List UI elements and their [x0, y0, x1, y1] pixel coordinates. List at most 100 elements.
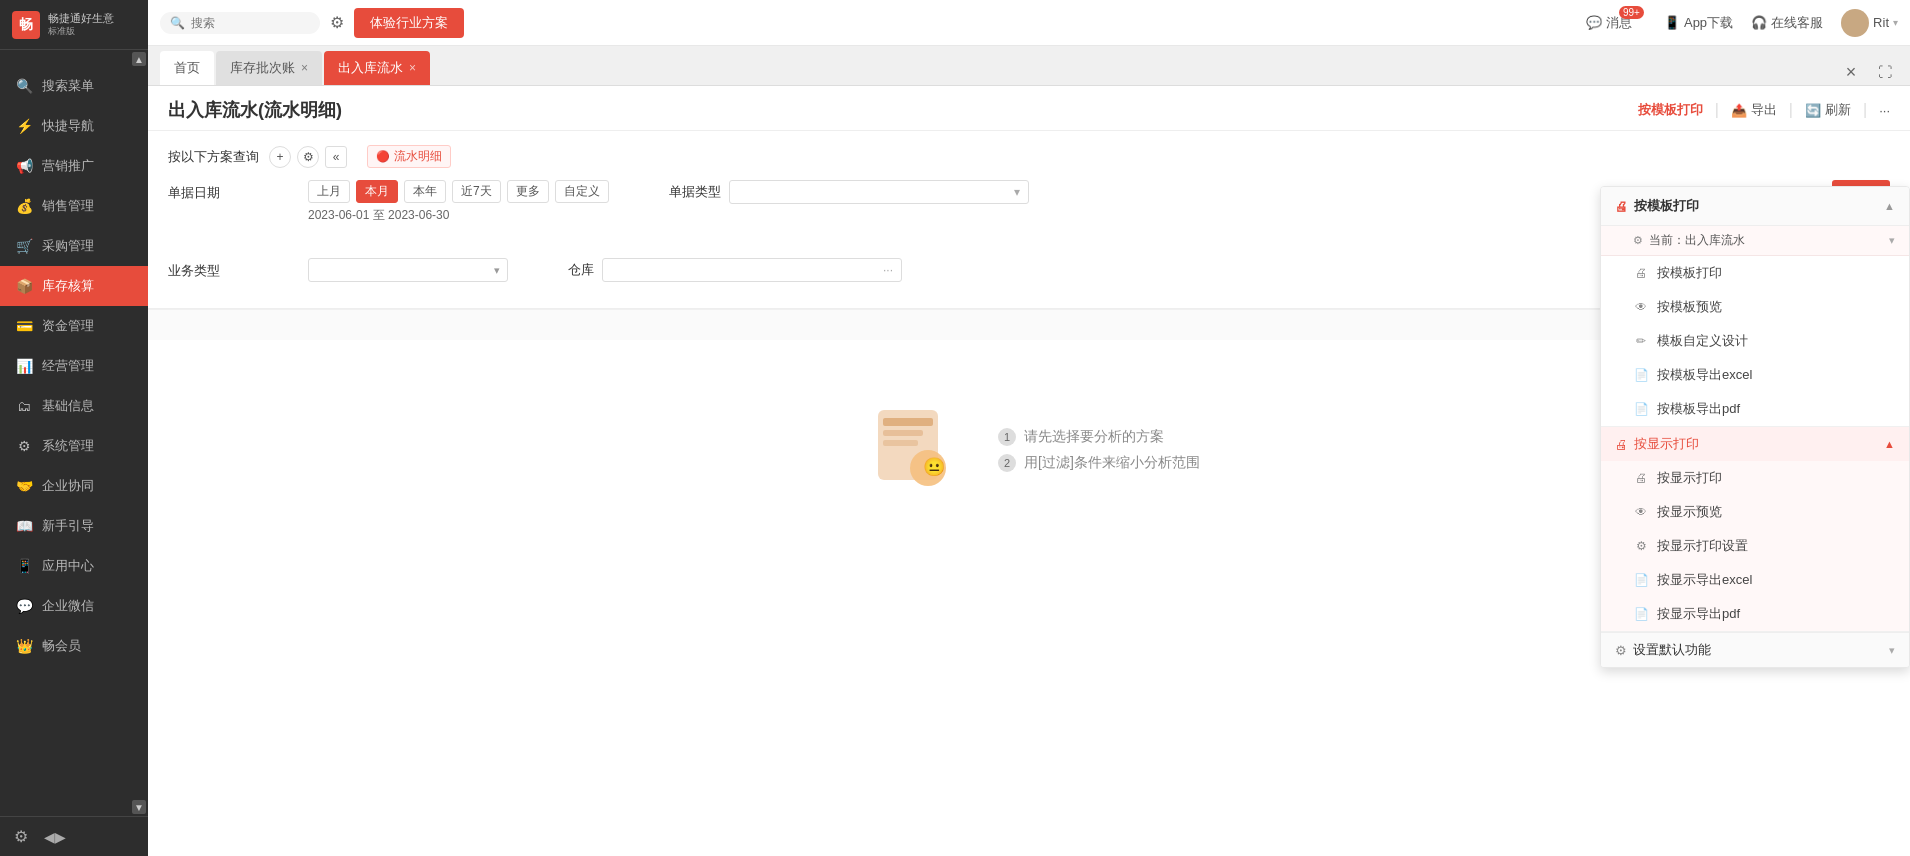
inout-tab-close[interactable]: × — [409, 61, 416, 75]
purchase-nav-label: 采购管理 — [42, 237, 94, 255]
refresh-btn[interactable]: 🔄 刷新 — [1805, 101, 1851, 119]
app-download-item[interactable]: 📱 App下载 — [1664, 14, 1733, 32]
print-settings-display-item[interactable]: ⚙ 按显示打印设置 — [1601, 529, 1909, 563]
print-display-item[interactable]: 🖨 按显示打印 — [1601, 461, 1909, 495]
date-btn-last-month[interactable]: 上月 — [308, 180, 350, 203]
sidebar-item-purchase[interactable]: 🛒采购管理 — [0, 226, 148, 266]
sidebar-item-appcenter[interactable]: 📱应用中心 — [0, 546, 148, 586]
marketing-nav-icon: 📢 — [14, 156, 34, 176]
export-excel-display-icon: 📄 — [1633, 572, 1649, 588]
sidebar-item-marketing[interactable]: 📢营销推广 — [0, 146, 148, 186]
biz-type-select[interactable] — [308, 258, 508, 282]
collapse-icon[interactable]: ◀▶ — [44, 829, 66, 845]
sidebar-item-shortcut[interactable]: ⚡快捷导航 — [0, 106, 148, 146]
inventory-nav-label: 库存核算 — [42, 277, 94, 295]
dropdown-footer[interactable]: ⚙ 设置默认功能 ▾ — [1601, 632, 1909, 667]
date-label-wrap: 单据日期 — [168, 180, 288, 202]
window-maximize-btn[interactable]: ⛶ — [1872, 59, 1898, 85]
empty-step-1: 1 请先选择要分析的方案 — [998, 428, 1200, 446]
date-btn-custom[interactable]: 自定义 — [555, 180, 609, 203]
preview-template-item[interactable]: 👁 按模板预览 — [1601, 290, 1909, 324]
filter-label-area: 按以下方案查询 + ⚙ « — [168, 146, 347, 168]
add-filter-btn[interactable]: + — [269, 146, 291, 168]
date-filter-label: 单据日期 — [168, 184, 220, 202]
display-section-header[interactable]: 🖨 按显示打印 ▲ — [1601, 427, 1909, 461]
active-filter-tag[interactable]: 🔴 流水明细 — [367, 145, 451, 168]
tab-batch[interactable]: 库存批次账 × — [216, 51, 322, 85]
date-btn-more[interactable]: 更多 — [507, 180, 549, 203]
sidebar-item-vip[interactable]: 👑畅会员 — [0, 626, 148, 666]
sidebar-item-operations[interactable]: 📊经营管理 — [0, 346, 148, 386]
window-close-btn[interactable]: × — [1838, 59, 1864, 85]
date-btn-7days[interactable]: 近7天 — [452, 180, 501, 203]
date-options-area: 上月 本月 本年 近7天 更多 自定义 2023-06-01 至 2023-06… — [308, 180, 609, 224]
customer-service-item[interactable]: 🎧 在线客服 — [1751, 14, 1823, 32]
search-icon: 🔍 — [170, 16, 185, 30]
export-pdf-template-item[interactable]: 📄 按模板导出pdf — [1601, 392, 1909, 426]
date-btn-this-month[interactable]: 本月 — [356, 180, 398, 203]
logo-badge: 标准版 — [48, 25, 114, 38]
divider2: | — [1789, 101, 1793, 119]
tab-inout[interactable]: 出入库流水 × — [324, 51, 430, 85]
finance-nav-label: 资金管理 — [42, 317, 94, 335]
sidebar-item-inventory[interactable]: 📦库存核算 — [0, 266, 148, 306]
sidebar-item-sales[interactable]: 💰销售管理 — [0, 186, 148, 226]
sidebar-item-finance[interactable]: 💳 资金管理 — [0, 306, 148, 346]
doc-type-input[interactable] — [738, 185, 1014, 199]
gear-icon[interactable]: ⚙ — [330, 13, 344, 32]
export-btn[interactable]: 📤 导出 — [1731, 101, 1777, 119]
date-range-display: 2023-06-01 至 2023-06-30 — [308, 207, 609, 224]
avatar — [1841, 9, 1869, 37]
print-template-btn[interactable]: 按模板打印 — [1638, 101, 1703, 119]
svg-rect-1 — [883, 418, 933, 426]
print-template-item[interactable]: 🖨 按模板打印 — [1601, 256, 1909, 290]
biz-type-label: 业务类型 — [168, 263, 220, 278]
more-btn[interactable]: ··· — [1879, 103, 1890, 118]
preview-template-label: 按模板预览 — [1657, 298, 1722, 316]
print-display-icon: 🖨 — [1633, 470, 1649, 486]
filter-scheme-label: 按以下方案查询 — [168, 148, 259, 166]
finance-nav-icon: 💳 — [14, 316, 34, 336]
custom-template-item[interactable]: ✏ 模板自定义设计 — [1601, 324, 1909, 358]
date-btn-this-year[interactable]: 本年 — [404, 180, 446, 203]
guide-nav-label: 新手引导 — [42, 517, 94, 535]
sidebar-scroll-up[interactable]: ▲ — [132, 52, 146, 66]
sidebar-item-enterprise[interactable]: 🤝企业协同 — [0, 466, 148, 506]
svg-rect-2 — [883, 430, 923, 436]
search-input[interactable] — [191, 16, 291, 30]
batch-tab-close[interactable]: × — [301, 61, 308, 75]
sidebar-item-system[interactable]: ⚙系统管理 — [0, 426, 148, 466]
sidebar-item-search[interactable]: 🔍搜索菜单 — [0, 66, 148, 106]
page-content: 出入库流水(流水明细) 按模板打印 | 📤 导出 | 🔄 刷新 | ··· — [148, 86, 1910, 856]
tab-home[interactable]: 首页 — [160, 51, 214, 85]
user-name: Rit — [1873, 15, 1889, 30]
export-excel-display-label: 按显示导出excel — [1657, 571, 1752, 589]
sidebar-item-wechat[interactable]: 💬企业微信 — [0, 586, 148, 626]
warehouse-label: 仓库 — [568, 261, 594, 279]
sidebar-item-guide[interactable]: 📖新手引导 — [0, 506, 148, 546]
settings-icon[interactable]: ⚙ — [14, 827, 28, 846]
message-item[interactable]: 💬 消息 99+ — [1586, 14, 1632, 32]
warehouse-select-wrap[interactable]: ··· — [602, 258, 902, 282]
export-pdf-display-item[interactable]: 📄 按显示导出pdf — [1601, 597, 1909, 631]
current-label-area: ⚙ 当前：出入库流水 — [1633, 232, 1745, 249]
export-excel-template-item[interactable]: 📄 按模板导出excel — [1601, 358, 1909, 392]
settings-filter-btn[interactable]: ⚙ — [297, 146, 319, 168]
industry-btn[interactable]: 体验行业方案 — [354, 8, 464, 38]
display-section-chevron: ▲ — [1884, 438, 1895, 450]
dropdown-chevron-up[interactable]: ▲ — [1884, 200, 1895, 212]
export-excel-display-item[interactable]: 📄 按显示导出excel — [1601, 563, 1909, 597]
sidebar: 畅 畅捷通好生意 标准版 ▲ 🔍搜索菜单⚡快捷导航📢营销推广💰销售管理🛒采购管理… — [0, 0, 148, 856]
sidebar-scroll-down[interactable]: ▼ — [132, 800, 146, 814]
step-2-text: 用[过滤]条件来缩小分析范围 — [1024, 454, 1200, 472]
preview-display-item[interactable]: 👁 按显示预览 — [1601, 495, 1909, 529]
expand-filter-btn[interactable]: « — [325, 146, 347, 168]
search-nav-icon: 🔍 — [14, 76, 34, 96]
warehouse-input[interactable] — [611, 263, 883, 277]
user-avatar-item[interactable]: Rit ▾ — [1841, 9, 1898, 37]
doc-type-select-wrap[interactable]: ▾ — [729, 180, 1029, 204]
filter-row-1: 按以下方案查询 + ⚙ « 🔴 流水明细 — [168, 145, 1890, 168]
step-1-text: 请先选择要分析的方案 — [1024, 428, 1164, 446]
biz-type-select-wrap[interactable] — [308, 258, 508, 282]
sidebar-item-basic[interactable]: 🗂基础信息 — [0, 386, 148, 426]
